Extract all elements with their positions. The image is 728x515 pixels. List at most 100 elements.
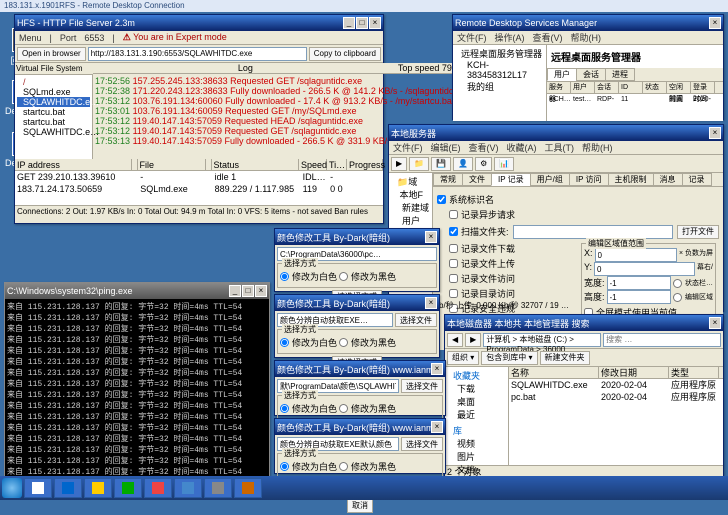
tab-sessions[interactable]: 会话 — [576, 68, 606, 81]
back-button[interactable]: ◀ — [447, 333, 463, 347]
taskbar-item[interactable] — [204, 478, 232, 498]
close-button[interactable]: × — [709, 317, 721, 329]
tab[interactable]: 用户/组 — [530, 173, 570, 186]
opt[interactable]: 修改为黑色 — [339, 336, 396, 349]
table-row[interactable]: 183.71.24.173.50659SQLmd.exe889.229 / 1.… — [15, 183, 383, 195]
file-row[interactable]: pc.bat2020-02-04 17:52应用程序原型 — [509, 391, 723, 403]
start-button[interactable] — [2, 478, 22, 498]
taskbar[interactable] — [0, 476, 728, 500]
tab-users[interactable]: 用户 — [547, 68, 577, 81]
cb-b[interactable]: 记录文件上传 — [449, 257, 578, 270]
close-button[interactable]: × — [709, 127, 721, 139]
tree-item[interactable]: 📁域 — [391, 175, 430, 188]
tree-item[interactable]: 远程桌面服务管理器 — [455, 47, 544, 60]
tree-item[interactable]: 新建域 — [391, 201, 430, 214]
tab[interactable]: 记录 — [682, 173, 712, 186]
table-row[interactable]: GET 239.210.133.39610-idle 1IDL…- — [15, 171, 383, 183]
scan-path[interactable] — [513, 225, 673, 239]
search-input[interactable] — [603, 333, 721, 347]
tab[interactable]: 主机限制 — [608, 173, 654, 186]
opt[interactable]: 修改为白色 — [280, 460, 337, 473]
hfs-menubar[interactable]: Menu|Port6553|⚠ You are in Expert mode — [15, 31, 383, 45]
toolbar-button[interactable]: ▶ — [391, 157, 407, 171]
toolbar-button[interactable]: 📁 — [409, 157, 429, 171]
x-input[interactable] — [595, 248, 677, 262]
tree-item[interactable]: KCH-383458312L17 — [455, 60, 544, 80]
nav-item[interactable]: 最近 — [447, 408, 506, 421]
tab-processes[interactable]: 进程 — [605, 68, 635, 81]
close-button[interactable]: × — [255, 285, 267, 297]
server-tabs[interactable]: 常规文件IP 记录用户/组IP 访问主机限制消息记录 — [433, 173, 723, 187]
choose-button[interactable]: 选择文件 — [401, 437, 443, 451]
taskbar-item[interactable] — [174, 478, 202, 498]
close-button[interactable]: × — [425, 297, 437, 309]
tool-titlebar[interactable]: 颜色修改工具 By-Dark(暗组)× — [275, 295, 439, 311]
choose-button[interactable]: 选择文件 — [401, 379, 443, 393]
open-file-button[interactable]: 打开文件 — [677, 225, 719, 239]
file-row[interactable]: SQLAWHITDC.exe2020-02-04 17:53应用程序原型 — [509, 379, 723, 391]
max-button[interactable]: □ — [356, 17, 368, 29]
tree-item[interactable]: 我的组 — [455, 80, 544, 93]
taskbar-item[interactable] — [114, 478, 142, 498]
vfs-tree[interactable]: / SQLmd.exe SQLAWHITDC.e… startcu.bat st… — [15, 75, 93, 159]
opt[interactable]: 修改为黑色 — [339, 270, 396, 283]
tab[interactable]: IP 记录 — [491, 173, 531, 186]
w-input[interactable] — [607, 276, 671, 290]
tool-titlebar[interactable]: 颜色修改工具 By-Dark(暗组)× — [275, 229, 439, 245]
taskbar-item[interactable] — [24, 478, 52, 498]
rb1[interactable]: 状态栏… — [673, 278, 713, 288]
nav-item[interactable]: 下载 — [447, 382, 506, 395]
taskbar-item[interactable] — [234, 478, 262, 498]
cb-d[interactable]: 记录目录访问 — [449, 287, 578, 300]
min-button[interactable]: _ — [343, 17, 355, 29]
nav-fav[interactable]: 收藏夹 — [447, 369, 506, 382]
nav-item[interactable]: 桌面 — [447, 395, 506, 408]
close-button[interactable]: × — [431, 421, 443, 433]
opt[interactable]: 修改为白色 — [280, 270, 337, 283]
server-menu[interactable]: 文件(F)编辑(E)查看(V)收藏(A)工具(T)帮助(H) — [389, 141, 723, 155]
rdsm-tree[interactable]: 远程桌面服务管理器 KCH-383458312L17 我的组 — [453, 45, 547, 121]
tree-item[interactable]: startcu.bat — [17, 117, 90, 127]
tree-item[interactable]: SQLmd.exe — [17, 87, 90, 97]
taskbar-item[interactable] — [54, 478, 82, 498]
server-titlebar[interactable]: 本地服务器× — [389, 125, 723, 141]
tab[interactable]: 文件 — [462, 173, 492, 186]
explorer-nav[interactable]: 收藏夹 下载 桌面 最近 库 视频 图片 文档 音乐 — [445, 367, 509, 465]
opt[interactable]: 修改为白色 — [280, 402, 337, 415]
tab[interactable]: 消息 — [653, 173, 683, 186]
rdsm-list[interactable]: 服务器用户会话ID状态空闲时间登录时间 KCH…test…RDP-T…11搁置活… — [547, 82, 723, 121]
tree-root[interactable]: / — [17, 77, 90, 87]
cb-rec[interactable]: 记录异步请求 — [449, 208, 719, 221]
fwd-button[interactable]: ▶ — [465, 333, 481, 347]
min-button[interactable]: _ — [229, 285, 241, 297]
cmd-output[interactable]: 来自 115.231.128.137 的回复: 字节=32 时间=4ms TTL… — [5, 299, 269, 477]
cb-sys[interactable]: 系统标识名 — [437, 193, 719, 206]
close-button[interactable]: × — [709, 17, 721, 29]
cb-scan[interactable]: 扫描文件夹: — [449, 225, 509, 238]
y-input[interactable] — [594, 262, 695, 276]
tab[interactable]: 常规 — [433, 173, 463, 186]
server-toolbar[interactable]: ▶📁💾👤⚙📊 — [389, 155, 723, 173]
taskbar-item[interactable] — [84, 478, 112, 498]
tree-item[interactable]: SQLAWHITDC.e… — [17, 97, 90, 107]
cmd-titlebar[interactable]: C:\Windows\system32\ping.exe_□× — [5, 283, 269, 299]
open-browser-button[interactable]: Open in browser — [17, 47, 86, 61]
toolbar-button[interactable]: 💾 — [431, 157, 451, 171]
include-button[interactable]: 包含到库中 ▾ — [481, 351, 537, 365]
choose-button[interactable]: 选择文件 — [395, 313, 437, 327]
connections-list[interactable]: IP addressFileStatusSpeedTi…Progress GET… — [15, 159, 383, 205]
close-button[interactable]: × — [369, 17, 381, 29]
tool-titlebar[interactable]: 颜色修改工具 By-Dark(暗组) www.ianmu.net× — [275, 361, 445, 377]
go-button[interactable]: 取消 — [347, 499, 373, 513]
rdsm-titlebar[interactable]: Remote Desktop Services Manager× — [453, 15, 723, 31]
path-input[interactable]: 计算机 > 本地磁盘 (C:) > ProgramData > 36000 — [483, 333, 601, 347]
tree-item[interactable]: 本地F — [391, 188, 430, 201]
tree-item[interactable]: startcu.bat — [17, 107, 90, 117]
h-input[interactable] — [607, 290, 671, 304]
organize-button[interactable]: 组织 ▾ — [447, 351, 479, 365]
newfolder-button[interactable]: 新建文件夹 — [540, 351, 590, 365]
nav-item[interactable]: 图片 — [447, 450, 506, 463]
max-button[interactable]: □ — [242, 285, 254, 297]
tree-item[interactable]: SQLAWHITDC.e… — [17, 127, 90, 137]
close-button[interactable]: × — [425, 231, 437, 243]
